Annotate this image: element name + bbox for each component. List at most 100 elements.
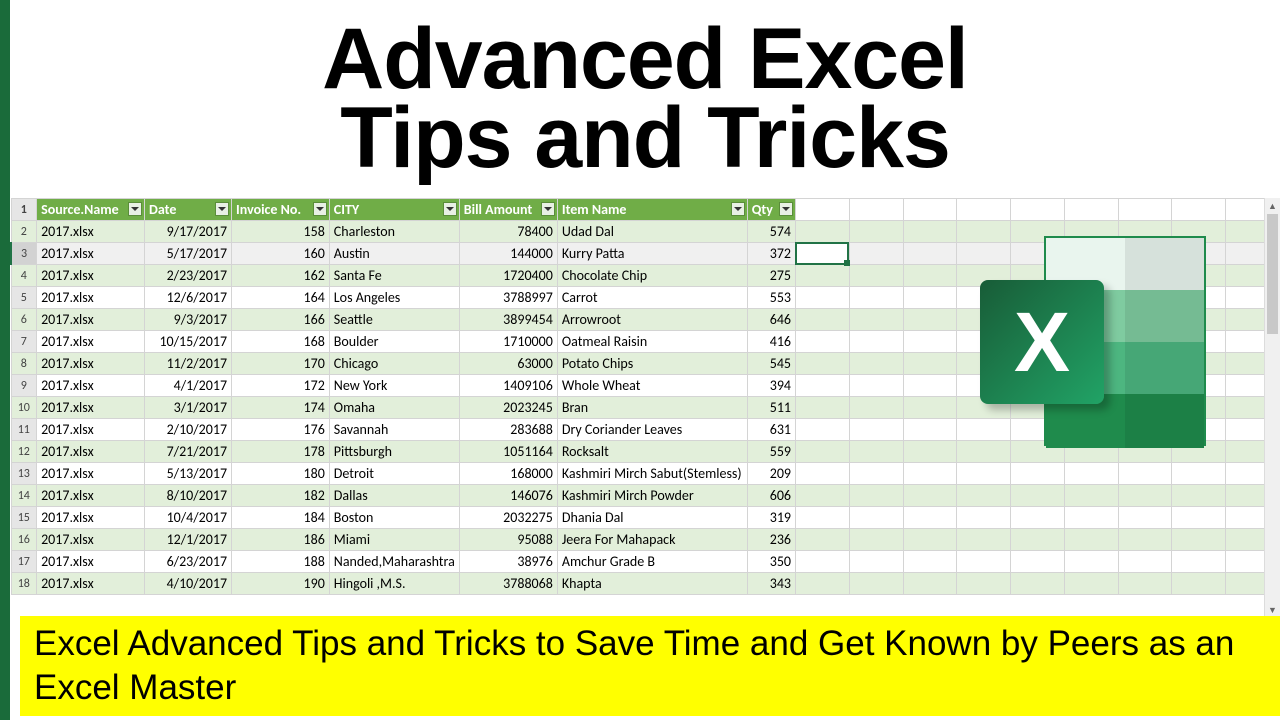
cell-qty[interactable]: 646 xyxy=(747,309,795,331)
cell-qty[interactable]: 343 xyxy=(747,573,795,595)
cell-item[interactable]: Udad Dal xyxy=(557,221,747,243)
blank-cell[interactable] xyxy=(796,529,850,551)
row-number[interactable]: 6 xyxy=(11,309,37,331)
blank-cell[interactable] xyxy=(903,375,957,397)
blank-column-header[interactable] xyxy=(1064,199,1118,221)
cell-bill[interactable]: 1409106 xyxy=(459,375,557,397)
cell-src[interactable]: 2017.xlsx xyxy=(37,243,145,265)
table-row[interactable]: 162017.xlsx12/1/2017186Miami95088Jeera F… xyxy=(11,529,1280,551)
column-header-qty[interactable]: Qty xyxy=(747,199,795,221)
cell-qty[interactable]: 275 xyxy=(747,265,795,287)
blank-cell[interactable] xyxy=(796,397,850,419)
cell-item[interactable]: Oatmeal Raisin xyxy=(557,331,747,353)
filter-icon[interactable] xyxy=(313,202,327,216)
filter-icon[interactable] xyxy=(541,202,555,216)
blank-cell[interactable] xyxy=(796,221,850,243)
blank-cell[interactable] xyxy=(1011,507,1065,529)
row-number[interactable]: 12 xyxy=(11,441,37,463)
blank-cell[interactable] xyxy=(796,331,850,353)
blank-cell[interactable] xyxy=(957,551,1011,573)
blank-cell[interactable] xyxy=(1172,463,1226,485)
blank-cell[interactable] xyxy=(796,507,850,529)
blank-cell[interactable] xyxy=(796,485,850,507)
cell-bill[interactable]: 38976 xyxy=(459,551,557,573)
blank-cell[interactable] xyxy=(1011,485,1065,507)
cell-qty[interactable]: 545 xyxy=(747,353,795,375)
blank-cell[interactable] xyxy=(903,353,957,375)
blank-cell[interactable] xyxy=(957,507,1011,529)
blank-cell[interactable] xyxy=(903,485,957,507)
cell-qty[interactable]: 606 xyxy=(747,485,795,507)
row-number[interactable]: 5 xyxy=(11,287,37,309)
blank-cell[interactable] xyxy=(796,573,850,595)
blank-cell[interactable] xyxy=(849,309,903,331)
cell-bill[interactable]: 1720400 xyxy=(459,265,557,287)
scroll-thumb[interactable] xyxy=(1267,214,1278,334)
blank-cell[interactable] xyxy=(903,309,957,331)
cell-bill[interactable]: 3788068 xyxy=(459,573,557,595)
cell-city[interactable]: Nanded,Maharashtra xyxy=(329,551,459,573)
blank-cell[interactable] xyxy=(903,529,957,551)
blank-cell[interactable] xyxy=(957,573,1011,595)
cell-src[interactable]: 2017.xlsx xyxy=(37,265,145,287)
blank-column-header[interactable] xyxy=(957,199,1011,221)
blank-cell[interactable] xyxy=(849,265,903,287)
filter-icon[interactable] xyxy=(731,202,745,216)
cell-src[interactable]: 2017.xlsx xyxy=(37,309,145,331)
cell-qty[interactable]: 574 xyxy=(747,221,795,243)
blank-column-header[interactable] xyxy=(796,199,850,221)
cell-inv[interactable]: 186 xyxy=(232,529,330,551)
cell-inv[interactable]: 160 xyxy=(232,243,330,265)
cell-date[interactable]: 12/6/2017 xyxy=(145,287,232,309)
cell-bill[interactable]: 1710000 xyxy=(459,331,557,353)
cell-date[interactable]: 8/10/2017 xyxy=(145,485,232,507)
cell-date[interactable]: 9/3/2017 xyxy=(145,309,232,331)
column-header-bill[interactable]: Bill Amount xyxy=(459,199,557,221)
cell-bill[interactable]: 78400 xyxy=(459,221,557,243)
blank-cell[interactable] xyxy=(849,331,903,353)
cell-inv[interactable]: 178 xyxy=(232,441,330,463)
cell-src[interactable]: 2017.xlsx xyxy=(37,375,145,397)
blank-cell[interactable] xyxy=(1118,551,1172,573)
blank-cell[interactable] xyxy=(1064,507,1118,529)
cell-city[interactable]: Detroit xyxy=(329,463,459,485)
cell-date[interactable]: 7/21/2017 xyxy=(145,441,232,463)
blank-cell[interactable] xyxy=(796,463,850,485)
cell-city[interactable]: Seattle xyxy=(329,309,459,331)
blank-cell[interactable] xyxy=(903,331,957,353)
cell-date[interactable]: 4/1/2017 xyxy=(145,375,232,397)
row-number[interactable]: 4 xyxy=(11,265,37,287)
cell-date[interactable]: 5/17/2017 xyxy=(145,243,232,265)
cell-city[interactable]: Boston xyxy=(329,507,459,529)
cell-city[interactable]: Omaha xyxy=(329,397,459,419)
cell-inv[interactable]: 170 xyxy=(232,353,330,375)
cell-qty[interactable]: 372 xyxy=(747,243,795,265)
cell-date[interactable]: 6/23/2017 xyxy=(145,551,232,573)
blank-cell[interactable] xyxy=(849,353,903,375)
filter-icon[interactable] xyxy=(443,202,457,216)
blank-cell[interactable] xyxy=(1011,529,1065,551)
column-header-date[interactable]: Date xyxy=(145,199,232,221)
blank-cell[interactable] xyxy=(903,265,957,287)
cell-bill[interactable]: 2023245 xyxy=(459,397,557,419)
cell-city[interactable]: Miami xyxy=(329,529,459,551)
blank-cell[interactable] xyxy=(1118,529,1172,551)
cell-bill[interactable]: 168000 xyxy=(459,463,557,485)
blank-cell[interactable] xyxy=(903,507,957,529)
cell-item[interactable]: Chocolate Chip xyxy=(557,265,747,287)
blank-cell[interactable] xyxy=(957,485,1011,507)
blank-cell[interactable] xyxy=(796,309,850,331)
blank-cell[interactable] xyxy=(796,441,850,463)
blank-cell[interactable] xyxy=(1172,551,1226,573)
cell-bill[interactable]: 2032275 xyxy=(459,507,557,529)
cell-city[interactable]: Dallas xyxy=(329,485,459,507)
cell-qty[interactable]: 209 xyxy=(747,463,795,485)
cell-city[interactable]: Austin xyxy=(329,243,459,265)
blank-cell[interactable] xyxy=(796,353,850,375)
cell-date[interactable]: 11/2/2017 xyxy=(145,353,232,375)
cell-inv[interactable]: 174 xyxy=(232,397,330,419)
blank-cell[interactable] xyxy=(1172,485,1226,507)
cell-qty[interactable]: 511 xyxy=(747,397,795,419)
blank-column-header[interactable] xyxy=(849,199,903,221)
blank-cell[interactable] xyxy=(957,529,1011,551)
